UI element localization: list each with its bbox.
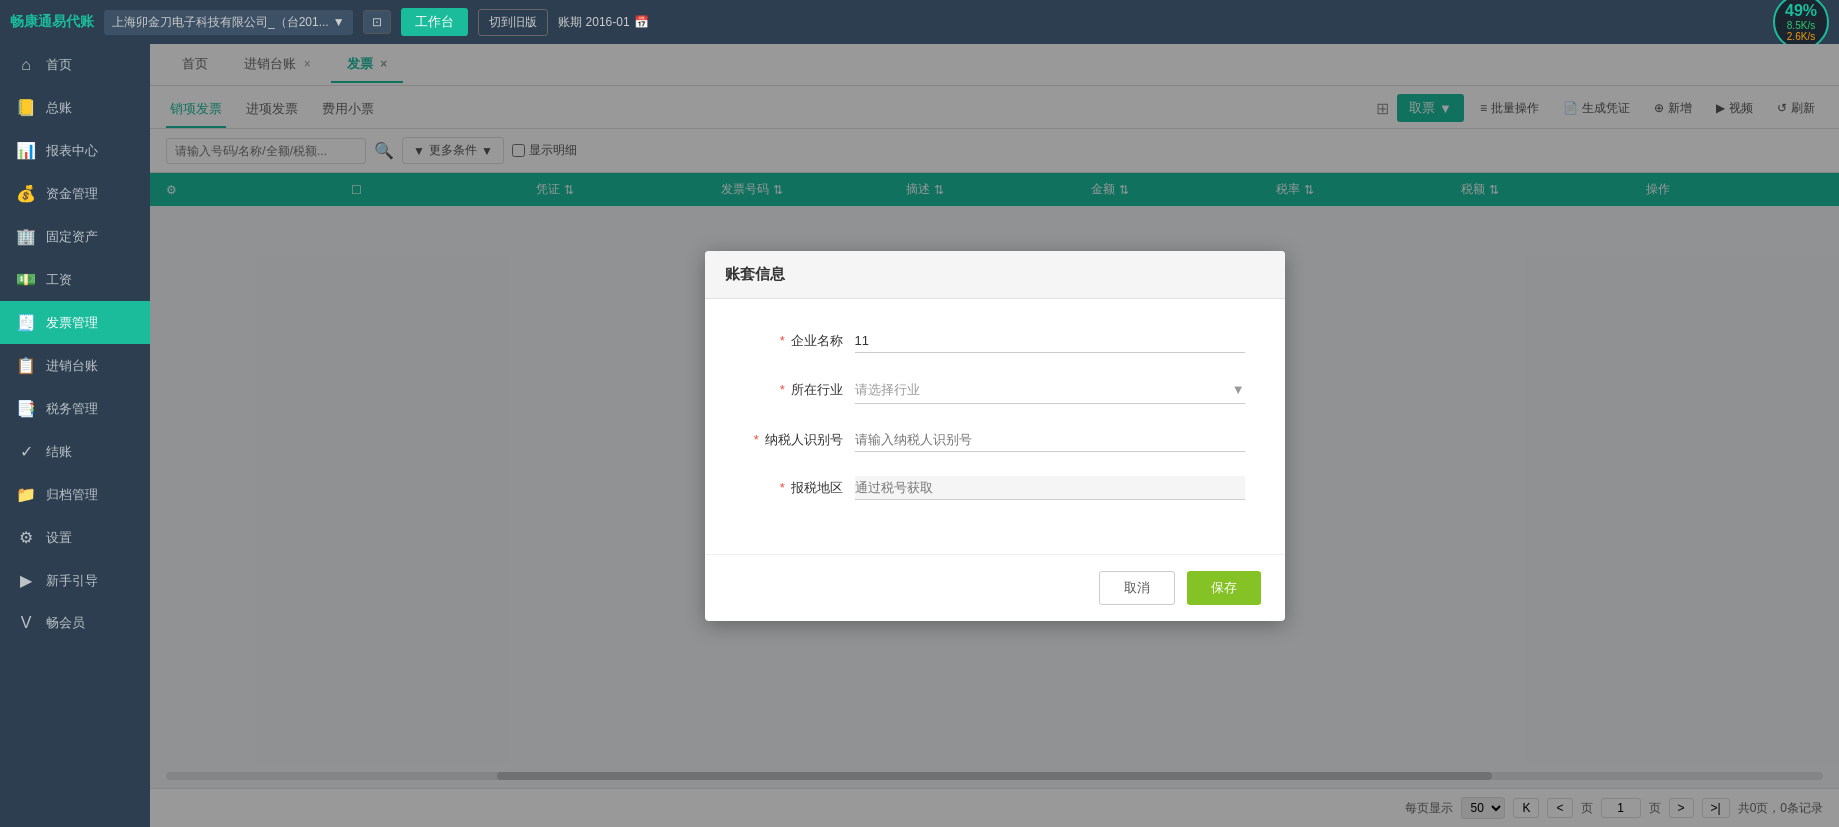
sidebar-item-salary[interactable]: 💵 工资 xyxy=(0,258,150,301)
sidebar-label-settings: 设置 xyxy=(46,529,72,547)
industry-select[interactable]: 请选择行业 ▼ xyxy=(855,377,1245,404)
main-area: ⌂ 首页 📒 总账 📊 报表中心 💰 资金管理 🏢 固定资产 💵 工资 xyxy=(0,44,1839,827)
member-icon: V xyxy=(16,614,36,632)
industry-label: * 所在行业 xyxy=(745,381,855,399)
company-name-label: * 企业名称 xyxy=(745,332,855,350)
sidebar-label-tax: 税务管理 xyxy=(46,400,98,418)
speed-percent: 49% xyxy=(1785,2,1817,20)
guide-icon: ▶ xyxy=(16,571,36,590)
close-account-icon: ✓ xyxy=(16,442,36,461)
sidebar-item-capital[interactable]: 💰 资金管理 xyxy=(0,172,150,215)
app-logo: 畅康通易代账 xyxy=(10,13,94,31)
sidebar-label-archive: 归档管理 xyxy=(46,486,98,504)
dialog-header: 账套信息 xyxy=(705,251,1285,299)
sidebar-label-asset: 固定资产 xyxy=(46,228,98,246)
dialog-overlay: 账套信息 * 企业名称 xyxy=(150,44,1839,827)
sidebar-label-pur-sale: 进销台账 xyxy=(46,357,98,375)
form-row-company: * 企业名称 xyxy=(745,329,1245,353)
top-bar-right: 49% 8.5K/s 2.6K/s xyxy=(1773,0,1829,50)
capital-icon: 💰 xyxy=(16,184,36,203)
old-version-button[interactable]: 切到旧版 xyxy=(478,9,548,36)
home-icon: ⌂ xyxy=(16,56,36,74)
tax-icon: 📑 xyxy=(16,399,36,418)
tax-id-label: * 纳税人识别号 xyxy=(745,431,855,449)
industry-chevron-icon: ▼ xyxy=(1232,382,1245,397)
industry-required-mark: * xyxy=(780,382,785,397)
company-label-text: 企业名称 xyxy=(791,333,843,348)
report-icon: 📊 xyxy=(16,141,36,160)
dialog-title: 账套信息 xyxy=(725,265,785,282)
company-required-mark: * xyxy=(780,333,785,348)
tax-region-input xyxy=(855,476,1245,500)
cancel-button[interactable]: 取消 xyxy=(1099,571,1175,605)
archive-icon: 📁 xyxy=(16,485,36,504)
industry-label-text: 所在行业 xyxy=(791,382,843,397)
sidebar-item-report[interactable]: 📊 报表中心 xyxy=(0,129,150,172)
tax-region-required-mark: * xyxy=(780,480,785,495)
sidebar-item-settings[interactable]: ⚙ 设置 xyxy=(0,516,150,559)
sidebar-label-report: 报表中心 xyxy=(46,142,98,160)
sidebar-label-invoice: 发票管理 xyxy=(46,314,98,332)
asset-icon: 🏢 xyxy=(16,227,36,246)
sidebar-item-guide[interactable]: ▶ 新手引导 xyxy=(0,559,150,602)
sidebar-label-guide: 新手引导 xyxy=(46,572,98,590)
dialog-footer: 取消 保存 xyxy=(705,554,1285,621)
top-bar: 畅康通易代账 上海卯金刀电子科技有限公司_（台201... ▼ ⊡ 工作台 切到… xyxy=(0,0,1839,44)
sidebar-item-home[interactable]: ⌂ 首页 xyxy=(0,44,150,86)
sidebar-label-close-account: 结账 xyxy=(46,443,72,461)
sidebar-label-salary: 工资 xyxy=(46,271,72,289)
company-dropdown-icon: ▼ xyxy=(333,15,345,29)
salary-icon: 💵 xyxy=(16,270,36,289)
sidebar-item-asset[interactable]: 🏢 固定资产 xyxy=(0,215,150,258)
sidebar-item-invoice[interactable]: 🧾 发票管理 xyxy=(0,301,150,344)
ledger-icon: 📒 xyxy=(16,98,36,117)
period-label: 账期 xyxy=(558,14,582,31)
form-row-tax-id: * 纳税人识别号 xyxy=(745,428,1245,452)
tax-region-label-text: 报税地区 xyxy=(791,480,843,495)
tax-id-required-mark: * xyxy=(754,432,759,447)
app-container: 畅康通易代账 上海卯金刀电子科技有限公司_（台201... ▼ ⊡ 工作台 切到… xyxy=(0,0,1839,827)
tax-id-label-text: 纳税人识别号 xyxy=(765,432,843,447)
speed-indicator: 49% 8.5K/s 2.6K/s xyxy=(1773,0,1829,50)
sidebar-item-member[interactable]: V 畅会员 xyxy=(0,602,150,644)
dialog-body: * 企业名称 * 所在行业 请选择行业 xyxy=(705,299,1285,554)
sidebar-label-member: 畅会员 xyxy=(46,614,85,632)
sidebar: ⌂ 首页 📒 总账 📊 报表中心 💰 资金管理 🏢 固定资产 💵 工资 xyxy=(0,44,150,827)
speed-down: 2.6K/s xyxy=(1787,31,1815,42)
period-value: 2016-01 xyxy=(586,15,630,29)
invoice-icon: 🧾 xyxy=(16,313,36,332)
settings-icon: ⚙ xyxy=(16,528,36,547)
form-row-industry: * 所在行业 请选择行业 ▼ xyxy=(745,377,1245,404)
save-button[interactable]: 保存 xyxy=(1187,571,1261,605)
period-info: 账期 2016-01 📅 xyxy=(558,14,649,31)
sidebar-item-close-account[interactable]: ✓ 结账 xyxy=(0,430,150,473)
sidebar-item-tax[interactable]: 📑 税务管理 xyxy=(0,387,150,430)
sidebar-label-capital: 资金管理 xyxy=(46,185,98,203)
sidebar-label-ledger: 总账 xyxy=(46,99,72,117)
copy-button[interactable]: ⊡ xyxy=(363,10,391,34)
account-info-dialog: 账套信息 * 企业名称 xyxy=(705,251,1285,621)
content-area: 首页 进销台账 × 发票 × 销项发票 进项发票 xyxy=(150,44,1839,827)
tax-region-label: * 报税地区 xyxy=(745,479,855,497)
speed-up: 8.5K/s xyxy=(1787,20,1815,31)
pur-sale-icon: 📋 xyxy=(16,356,36,375)
sidebar-item-ledger[interactable]: 📒 总账 xyxy=(0,86,150,129)
tax-id-input[interactable] xyxy=(855,428,1245,452)
industry-placeholder: 请选择行业 xyxy=(855,381,920,399)
company-name: 上海卯金刀电子科技有限公司_（台201... xyxy=(112,14,329,31)
calendar-icon[interactable]: 📅 xyxy=(634,15,649,29)
sidebar-item-pur-sale[interactable]: 📋 进销台账 xyxy=(0,344,150,387)
form-row-tax-region: * 报税地区 xyxy=(745,476,1245,500)
workbench-button[interactable]: 工作台 xyxy=(401,8,468,36)
sidebar-label-home: 首页 xyxy=(46,56,72,74)
company-selector[interactable]: 上海卯金刀电子科技有限公司_（台201... ▼ xyxy=(104,10,353,35)
sidebar-item-archive[interactable]: 📁 归档管理 xyxy=(0,473,150,516)
company-name-input[interactable] xyxy=(855,329,1245,353)
